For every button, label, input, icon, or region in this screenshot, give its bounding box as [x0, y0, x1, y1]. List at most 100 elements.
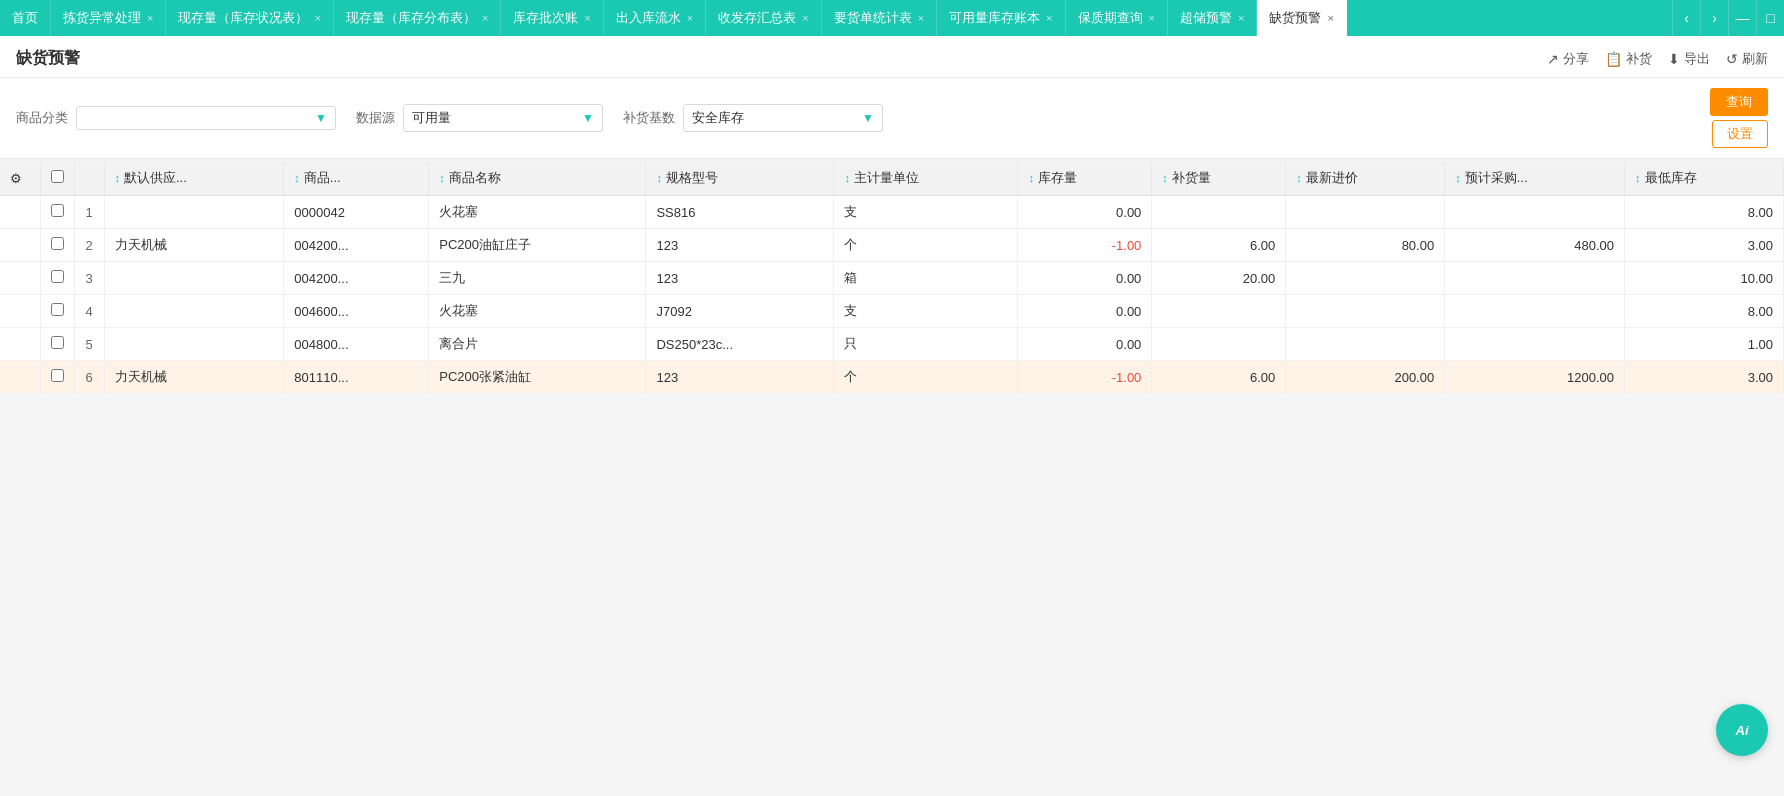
filter-actions: 查询 设置 — [1710, 88, 1768, 148]
cell-min-stock: 1.00 — [1625, 328, 1784, 361]
tab-overstock[interactable]: 超储预警 × — [1168, 0, 1257, 36]
table-row: 6 力天机械 801110... PC200张紧油缸 123 个 -1.00 6… — [0, 361, 1784, 394]
tab-close-exception[interactable]: × — [147, 12, 153, 24]
row-checkbox[interactable] — [51, 270, 64, 283]
col-min-stock[interactable]: ↕ 最低库存 — [1625, 161, 1784, 196]
cell-row-num: 1 — [74, 196, 104, 229]
tab-close-shortage[interactable]: × — [1327, 12, 1333, 24]
replenish-base-select[interactable]: 安全库存 ▼ — [683, 104, 883, 132]
col-default-supplier[interactable]: ↕ 默认供应... — [104, 161, 284, 196]
cell-replenish-qty — [1152, 295, 1286, 328]
tab-maximize[interactable]: □ — [1756, 0, 1784, 36]
tab-nav-controls: ‹ › — □ — [1672, 0, 1784, 36]
cell-row-num: 5 — [74, 328, 104, 361]
table-row: 1 0000042 火花塞 SS816 支 0.00 8.00 — [0, 196, 1784, 229]
replenish-button[interactable]: 📋 补货 — [1605, 50, 1652, 68]
tab-minimize[interactable]: — — [1728, 0, 1756, 36]
tab-scroll-left[interactable]: ‹ — [1672, 0, 1700, 36]
tab-close-batch[interactable]: × — [584, 12, 590, 24]
cell-row-num: 3 — [74, 262, 104, 295]
col-checkbox — [40, 161, 74, 196]
cell-product-code: 0000042 — [284, 196, 429, 229]
cell-unit: 支 — [834, 196, 1018, 229]
col-unit[interactable]: ↕ 主计量单位 — [834, 161, 1018, 196]
sort-min-stock-icon: ↕ — [1635, 172, 1641, 184]
query-button[interactable]: 查询 — [1710, 88, 1768, 116]
refresh-button[interactable]: ↺ 刷新 — [1726, 50, 1768, 68]
cell-latest-price: 200.00 — [1286, 361, 1445, 394]
settings-button[interactable]: 设置 — [1712, 120, 1768, 148]
cell-unit: 支 — [834, 295, 1018, 328]
tab-recv-summary[interactable]: 收发存汇总表 × — [706, 0, 821, 36]
tab-close-inventory-status[interactable]: × — [314, 12, 320, 24]
tab-scroll-right[interactable]: › — [1700, 0, 1728, 36]
col-row-num — [74, 161, 104, 196]
datasource-select-value: 可用量 — [412, 109, 451, 127]
cell-stock: 0.00 — [1018, 262, 1152, 295]
cell-settings — [0, 196, 40, 229]
row-checkbox[interactable] — [51, 237, 64, 250]
datasource-label: 数据源 — [356, 109, 395, 127]
cell-min-stock: 3.00 — [1625, 361, 1784, 394]
cell-default-supplier: 力天机械 — [104, 361, 284, 394]
export-icon: ⬇ — [1668, 51, 1680, 67]
row-checkbox[interactable] — [51, 303, 64, 316]
cell-checkbox — [40, 262, 74, 295]
cell-product-name: PC200油缸庄子 — [429, 229, 646, 262]
col-settings[interactable]: ⚙ — [0, 161, 40, 196]
shortage-table: ⚙ ↕ 默认供应... ↕ 商品... — [0, 161, 1784, 394]
row-checkbox[interactable] — [51, 204, 64, 217]
cell-unit: 箱 — [834, 262, 1018, 295]
tab-available-ledger[interactable]: 可用量库存账本 × — [937, 0, 1065, 36]
sort-product-code-icon: ↕ — [294, 172, 300, 184]
cell-spec: 123 — [646, 262, 834, 295]
tab-inventory-status[interactable]: 现存量（库存状况表） × — [166, 0, 333, 36]
tab-home[interactable]: 首页 — [0, 0, 51, 36]
cell-settings — [0, 262, 40, 295]
sort-latest-price-icon: ↕ — [1296, 172, 1302, 184]
col-estimated-purchase[interactable]: ↕ 预计采购... — [1445, 161, 1625, 196]
cell-stock: 0.00 — [1018, 196, 1152, 229]
col-replenish-qty[interactable]: ↕ 补货量 — [1152, 161, 1286, 196]
cell-latest-price — [1286, 262, 1445, 295]
col-stock[interactable]: ↕ 库存量 — [1018, 161, 1152, 196]
replenish-base-select-value: 安全库存 — [692, 109, 744, 127]
col-product-code[interactable]: ↕ 商品... — [284, 161, 429, 196]
tab-shortage[interactable]: 缺货预警 × — [1257, 0, 1346, 36]
cell-replenish-qty — [1152, 328, 1286, 361]
tab-close-expiry[interactable]: × — [1149, 12, 1155, 24]
cell-replenish-qty — [1152, 196, 1286, 229]
cell-default-supplier: 力天机械 — [104, 229, 284, 262]
datasource-select[interactable]: 可用量 ▼ — [403, 104, 603, 132]
tab-close-overstock[interactable]: × — [1238, 12, 1244, 24]
cell-estimated-purchase: 1200.00 — [1445, 361, 1625, 394]
row-checkbox[interactable] — [51, 336, 64, 349]
cell-spec: DS250*23c... — [646, 328, 834, 361]
cell-unit: 个 — [834, 229, 1018, 262]
tab-close-order-stat[interactable]: × — [918, 12, 924, 24]
row-checkbox[interactable] — [51, 369, 64, 382]
tab-order-stat[interactable]: 要货单统计表 × — [822, 0, 937, 36]
tab-inout-flow[interactable]: 出入库流水 × — [604, 0, 706, 36]
category-select[interactable]: ▼ — [76, 106, 336, 130]
cell-row-num: 2 — [74, 229, 104, 262]
tab-close-inout-flow[interactable]: × — [687, 12, 693, 24]
replenish-base-filter-group: 补货基数 安全库存 ▼ — [623, 104, 883, 132]
tab-batch[interactable]: 库存批次账 × — [501, 0, 603, 36]
col-spec[interactable]: ↕ 规格型号 — [646, 161, 834, 196]
tab-close-recv-summary[interactable]: × — [802, 12, 808, 24]
tab-close-available-ledger[interactable]: × — [1046, 12, 1052, 24]
cell-checkbox — [40, 295, 74, 328]
col-latest-price[interactable]: ↕ 最新进价 — [1286, 161, 1445, 196]
select-all-checkbox[interactable] — [51, 170, 64, 183]
datasource-select-arrow-icon: ▼ — [582, 111, 594, 125]
tab-exception[interactable]: 拣货异常处理 × — [51, 0, 166, 36]
tab-inventory-dist[interactable]: 现存量（库存分布表） × — [334, 0, 501, 36]
share-button[interactable]: ↗ 分享 — [1547, 50, 1589, 68]
cell-checkbox — [40, 328, 74, 361]
col-product-name[interactable]: ↕ 商品名称 — [429, 161, 646, 196]
header-actions: ↗ 分享 📋 补货 ⬇ 导出 ↺ 刷新 — [1547, 50, 1768, 68]
tab-expiry[interactable]: 保质期查询 × — [1066, 0, 1168, 36]
export-button[interactable]: ⬇ 导出 — [1668, 50, 1710, 68]
tab-close-inventory-dist[interactable]: × — [482, 12, 488, 24]
